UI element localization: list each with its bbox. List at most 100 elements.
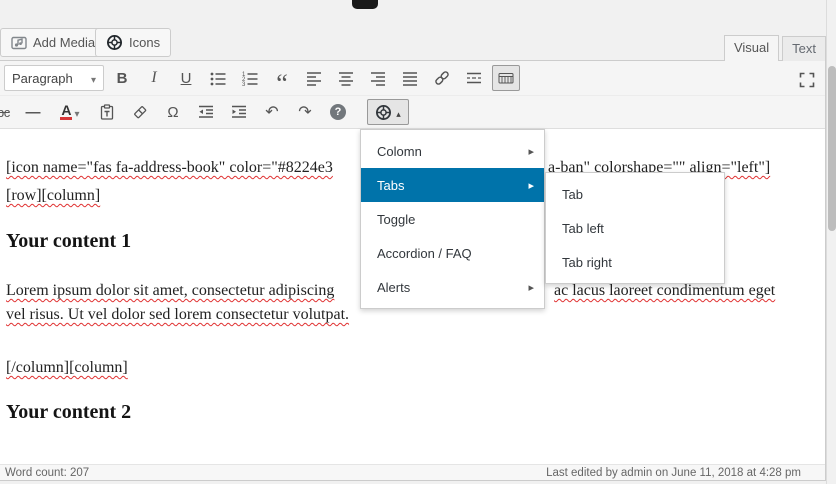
more-tag-button[interactable] [460, 65, 488, 91]
paste-as-text-button[interactable] [93, 99, 121, 125]
menu-item-tabs[interactable]: Tabs [361, 168, 544, 202]
undo-icon: ↶ [265, 104, 279, 121]
menu-item-label: Tabs [377, 177, 405, 193]
menu-item-label: Tab left [562, 220, 604, 236]
menu-item-toggle[interactable]: Toggle [361, 202, 544, 236]
icons-button-label: Icons [129, 35, 161, 50]
horizontal-rule-icon: — [25, 103, 41, 121]
numbered-list-button[interactable]: 123 [236, 65, 264, 91]
submenu-item-tab-right[interactable]: Tab right [546, 245, 724, 279]
redo-icon: ↷ [298, 104, 312, 121]
help-button[interactable]: ? [324, 99, 352, 125]
submenu-item-tab[interactable]: Tab [546, 177, 724, 211]
menu-item-label: Tab right [562, 254, 612, 270]
align-left-button[interactable] [300, 65, 328, 91]
text-color-icon: A [60, 102, 73, 120]
bullet-list-icon [210, 72, 226, 86]
blockquote-button[interactable]: “ [268, 65, 296, 98]
undo-button[interactable]: ↶ [258, 99, 286, 125]
shortcode-line-3: [/column][column] [6, 359, 128, 376]
add-media-icon [11, 35, 27, 51]
chevron-down-icon [74, 104, 79, 121]
redo-button[interactable]: ↷ [291, 99, 319, 125]
blockquote-icon: “ [276, 69, 288, 98]
toolbar-toggle-button[interactable] [492, 65, 520, 91]
icons-shortcode-menu-button[interactable] [367, 99, 409, 125]
shortcode-line-1: [icon name="fas fa-address-book" color="… [6, 159, 333, 176]
media-buttons-row: Add Media Icons Visual Text [0, 26, 826, 61]
link-button[interactable] [428, 65, 456, 91]
word-count: Word count: 207 [5, 466, 90, 479]
text-color-button[interactable]: A [52, 99, 88, 125]
lorem-line-1-fragment: ac lacus laoreet condimentum eget [554, 282, 776, 299]
strikethrough-icon: abc [0, 104, 10, 120]
browser-artifact [352, 0, 378, 9]
indent-button[interactable] [225, 99, 253, 125]
align-left-icon [307, 72, 321, 86]
strikethrough-button[interactable]: abc [0, 99, 14, 125]
format-select[interactable]: Paragraph [4, 65, 104, 91]
align-center-button[interactable] [332, 65, 360, 91]
bullet-list-button[interactable] [204, 65, 232, 91]
submenu-item-tab-left[interactable]: Tab left [546, 211, 724, 245]
scrollbar[interactable] [826, 0, 836, 484]
outdent-button[interactable] [192, 99, 220, 125]
editor-mode-tabs: Visual Text [723, 35, 826, 61]
chevron-up-icon [396, 104, 401, 121]
shortcode-line-2: [row][column] [6, 187, 101, 204]
add-media-label: Add Media [33, 35, 96, 50]
link-icon [435, 71, 449, 85]
menu-item-label: Tab [562, 186, 583, 202]
align-right-icon [371, 72, 385, 86]
toolbar-toggle-icon [498, 73, 514, 84]
tabs-submenu: Tab Tab left Tab right [545, 172, 725, 284]
eraser-icon [134, 106, 147, 119]
icons-plugin-icon [376, 104, 392, 120]
paste-as-text-icon [100, 104, 114, 120]
justify-button[interactable] [396, 65, 424, 91]
toolbar-row-2: abc — A Ω [0, 96, 825, 128]
align-right-button[interactable] [364, 65, 392, 91]
outdent-icon [199, 105, 213, 118]
align-center-icon [339, 72, 353, 86]
content-heading-1: Your content 1 [6, 230, 132, 252]
more-tag-icon [467, 72, 481, 84]
special-character-button[interactable]: Ω [159, 99, 187, 125]
menu-item-label: Colomn [377, 143, 422, 159]
icons-dropdown-menu: Colomn Tabs Toggle Accordion / FAQ Alert… [360, 129, 545, 309]
horizontal-rule-button[interactable]: — [19, 99, 47, 125]
menu-item-label: Toggle [377, 211, 416, 227]
indent-icon [232, 105, 246, 118]
wordpress-classic-editor: Add Media Icons Visual Text Paragraph ▾ … [0, 0, 836, 484]
icons-plugin-icon [106, 34, 123, 51]
bold-button[interactable]: B [108, 65, 136, 91]
italic-icon: I [151, 69, 157, 86]
tab-text[interactable]: Text [782, 36, 826, 61]
editor-statusbar: Word count: 207 Last edited by admin on … [0, 464, 825, 480]
italic-button[interactable]: I [140, 65, 168, 91]
omega-icon: Ω [167, 103, 179, 121]
clear-formatting-button[interactable] [126, 99, 154, 125]
menu-item-alerts[interactable]: Alerts [361, 270, 544, 304]
toolbar-row-1: Paragraph B I U 123 “ [0, 61, 825, 98]
fullscreen-button[interactable] [795, 69, 819, 91]
icons-button[interactable]: Icons [95, 28, 172, 57]
format-select-value: Paragraph [12, 70, 73, 86]
lorem-line-1: Lorem ipsum dolor sit amet, consectetur … [6, 282, 335, 299]
scrollbar-thumb[interactable] [828, 66, 836, 231]
last-edited: Last edited by admin on June 11, 2018 at… [546, 466, 801, 479]
underline-icon: U [180, 69, 192, 87]
add-media-button[interactable]: Add Media [0, 28, 107, 57]
bold-icon: B [116, 69, 128, 87]
svg-text:3: 3 [242, 82, 246, 86]
fullscreen-icon [799, 72, 815, 88]
help-icon: ? [330, 104, 346, 120]
menu-item-colomn[interactable]: Colomn [361, 134, 544, 168]
lorem-line-2: vel risus. Ut vel dolor sed lorem consec… [6, 306, 350, 323]
tab-visual[interactable]: Visual [723, 35, 780, 61]
justify-icon [403, 72, 417, 86]
numbered-list-icon: 123 [242, 72, 258, 86]
underline-button[interactable]: U [172, 65, 200, 91]
menu-item-accordion-faq[interactable]: Accordion / FAQ [361, 236, 544, 270]
content-heading-2: Your content 2 [6, 401, 132, 423]
